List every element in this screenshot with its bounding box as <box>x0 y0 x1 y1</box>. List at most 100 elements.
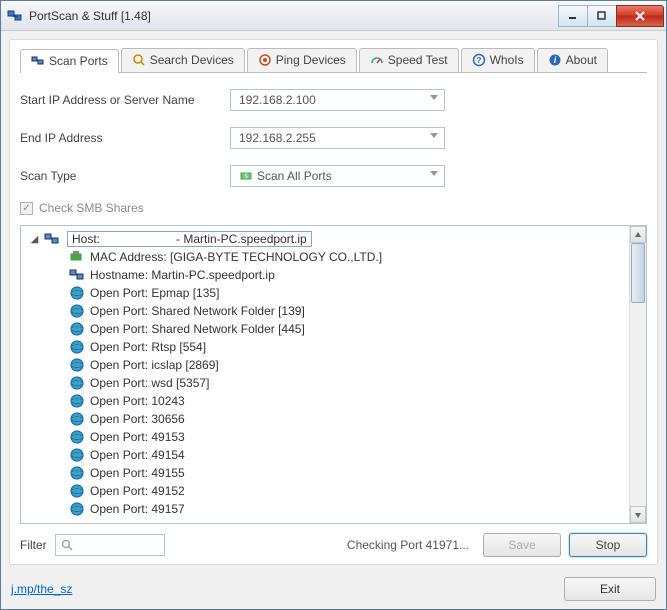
globe-icon <box>69 393 85 409</box>
row-smb-check: ✓ Check SMB Shares <box>20 201 647 215</box>
globe-icon <box>69 339 85 355</box>
host-label: Host: <box>72 232 100 246</box>
host-name: - Martin-PC.speedport.ip <box>176 232 307 246</box>
chevron-down-icon <box>430 95 438 100</box>
titlebar: PortScan & Stuff [1.48] <box>1 1 666 31</box>
search-icon <box>60 538 74 552</box>
globe-icon <box>69 501 85 517</box>
tree-host-row[interactable]: ◢ Host: - Martin-PC.speedport.ip <box>23 230 627 248</box>
maximize-button[interactable] <box>587 5 617 27</box>
whois-icon: ? <box>472 53 486 67</box>
tree-item[interactable]: Open Port: 49153 <box>23 428 627 446</box>
save-button[interactable]: Save <box>483 533 561 557</box>
scroll-thumb[interactable] <box>631 243 645 303</box>
nic-icon <box>69 249 85 265</box>
row-end-ip: End IP Address 192.168.2.255 <box>20 127 647 149</box>
tree-item-text: Open Port: 49157 <box>90 502 185 516</box>
content-area: Scan Ports Search Devices Ping Devices S… <box>9 39 658 565</box>
tab-label: Ping Devices <box>276 53 346 67</box>
row-start-ip: Start IP Address or Server Name 192.168.… <box>20 89 647 111</box>
speed-icon <box>370 53 384 67</box>
exit-button[interactable]: Exit <box>564 577 656 601</box>
tab-search-devices[interactable]: Search Devices <box>121 48 245 72</box>
tab-label: Search Devices <box>150 53 234 67</box>
svg-text:?: ? <box>476 56 481 65</box>
tree-item-text: Open Port: Epmap [135] <box>90 286 219 300</box>
globe-icon <box>69 285 85 301</box>
end-ip-input[interactable]: 192.168.2.255 <box>230 127 445 149</box>
tree-item[interactable]: Open Port: Shared Network Folder [445] <box>23 320 627 338</box>
row-scan-type: Scan Type $ Scan All Ports <box>20 165 647 187</box>
tree-item-text: Hostname: Martin-PC.speedport.ip <box>90 268 275 282</box>
status-text: Checking Port 41971... <box>347 538 469 552</box>
minimize-button[interactable] <box>558 5 588 27</box>
tab-ping-devices[interactable]: Ping Devices <box>247 48 357 72</box>
filter-input[interactable] <box>55 534 165 556</box>
ping-icon <box>258 53 272 67</box>
tree-item-text: Open Port: icslap [2869] <box>90 358 219 372</box>
tree-item-text: Open Port: 49154 <box>90 448 185 462</box>
tree-item[interactable]: Open Port: 49155 <box>23 464 627 482</box>
collapse-icon[interactable]: ◢ <box>29 234 40 245</box>
tab-strip: Scan Ports Search Devices Ping Devices S… <box>20 48 647 73</box>
globe-icon <box>69 303 85 319</box>
tab-about[interactable]: i About <box>537 48 608 72</box>
tab-whois[interactable]: ? WhoIs <box>461 48 535 72</box>
tree-item[interactable]: Open Port: wsd [5357] <box>23 374 627 392</box>
globe-icon <box>69 375 85 391</box>
tree-item[interactable]: Open Port: Epmap [135] <box>23 284 627 302</box>
end-ip-value: 192.168.2.255 <box>239 131 316 145</box>
chevron-down-icon <box>430 171 438 176</box>
tab-label: WhoIs <box>490 53 524 67</box>
tree-item-text: Open Port: Rtsp [554] <box>90 340 206 354</box>
start-ip-value: 192.168.2.100 <box>239 93 316 107</box>
tab-label: About <box>566 53 597 67</box>
window-controls <box>559 5 664 27</box>
tree-item-text: MAC Address: [GIGA-BYTE TECHNOLOGY CO.,L… <box>90 250 382 264</box>
chevron-down-icon <box>430 133 438 138</box>
smb-checkbox[interactable]: ✓ <box>20 202 33 215</box>
vertical-scrollbar[interactable] <box>629 226 646 523</box>
tree-item[interactable]: Open Port: 49154 <box>23 446 627 464</box>
scan-type-select[interactable]: $ Scan All Ports <box>230 165 445 187</box>
tree-item-text: Open Port: Shared Network Folder [445] <box>90 322 305 336</box>
scan-type-icon: $ <box>239 169 253 183</box>
tree-item-text: Open Port: wsd [5357] <box>90 376 209 390</box>
tree-item[interactable]: Open Port: 49152 <box>23 482 627 500</box>
tree-item[interactable]: Open Port: Shared Network Folder [139] <box>23 302 627 320</box>
tree-item[interactable]: MAC Address: [GIGA-BYTE TECHNOLOGY CO.,L… <box>23 248 627 266</box>
start-ip-label: Start IP Address or Server Name <box>20 93 230 107</box>
scroll-down-button[interactable] <box>630 506 646 523</box>
tab-speed-test[interactable]: Speed Test <box>359 48 459 72</box>
tab-scan-ports[interactable]: Scan Ports <box>20 49 119 73</box>
filter-label: Filter <box>20 538 47 552</box>
tree-item-text: Open Port: 30656 <box>90 412 185 426</box>
app-icon <box>7 8 23 24</box>
start-ip-input[interactable]: 192.168.2.100 <box>230 89 445 111</box>
website-link[interactable]: j.mp/the_sz <box>11 582 72 596</box>
results-tree[interactable]: ◢ Host: - Martin-PC.speedport.ip MAC Add… <box>21 226 629 523</box>
tree-item[interactable]: Hostname: Martin-PC.speedport.ip <box>23 266 627 284</box>
smb-label: Check SMB Shares <box>39 201 144 215</box>
tree-item-text: Open Port: 49153 <box>90 430 185 444</box>
scan-type-value: Scan All Ports <box>257 169 332 183</box>
tree-item[interactable]: Open Port: icslap [2869] <box>23 356 627 374</box>
tree-item-text: Open Port: 10243 <box>90 394 185 408</box>
bottom-bar: j.mp/the_sz Exit <box>1 573 666 609</box>
globe-icon <box>69 483 85 499</box>
tree-item-text: Open Port: 49155 <box>90 466 185 480</box>
close-button[interactable] <box>616 5 664 27</box>
tab-label: Scan Ports <box>49 54 108 68</box>
tab-label: Speed Test <box>388 53 448 67</box>
stop-button[interactable]: Stop <box>569 533 647 557</box>
tree-item[interactable]: Open Port: Rtsp [554] <box>23 338 627 356</box>
scroll-up-button[interactable] <box>630 226 646 243</box>
scroll-track[interactable] <box>630 243 646 506</box>
end-ip-label: End IP Address <box>20 131 230 145</box>
globe-icon <box>69 357 85 373</box>
tree-item[interactable]: Open Port: 10243 <box>23 392 627 410</box>
search-devices-icon <box>132 53 146 67</box>
tree-item[interactable]: Open Port: 30656 <box>23 410 627 428</box>
results-frame: ◢ Host: - Martin-PC.speedport.ip MAC Add… <box>20 225 647 524</box>
tree-item[interactable]: Open Port: 49157 <box>23 500 627 518</box>
